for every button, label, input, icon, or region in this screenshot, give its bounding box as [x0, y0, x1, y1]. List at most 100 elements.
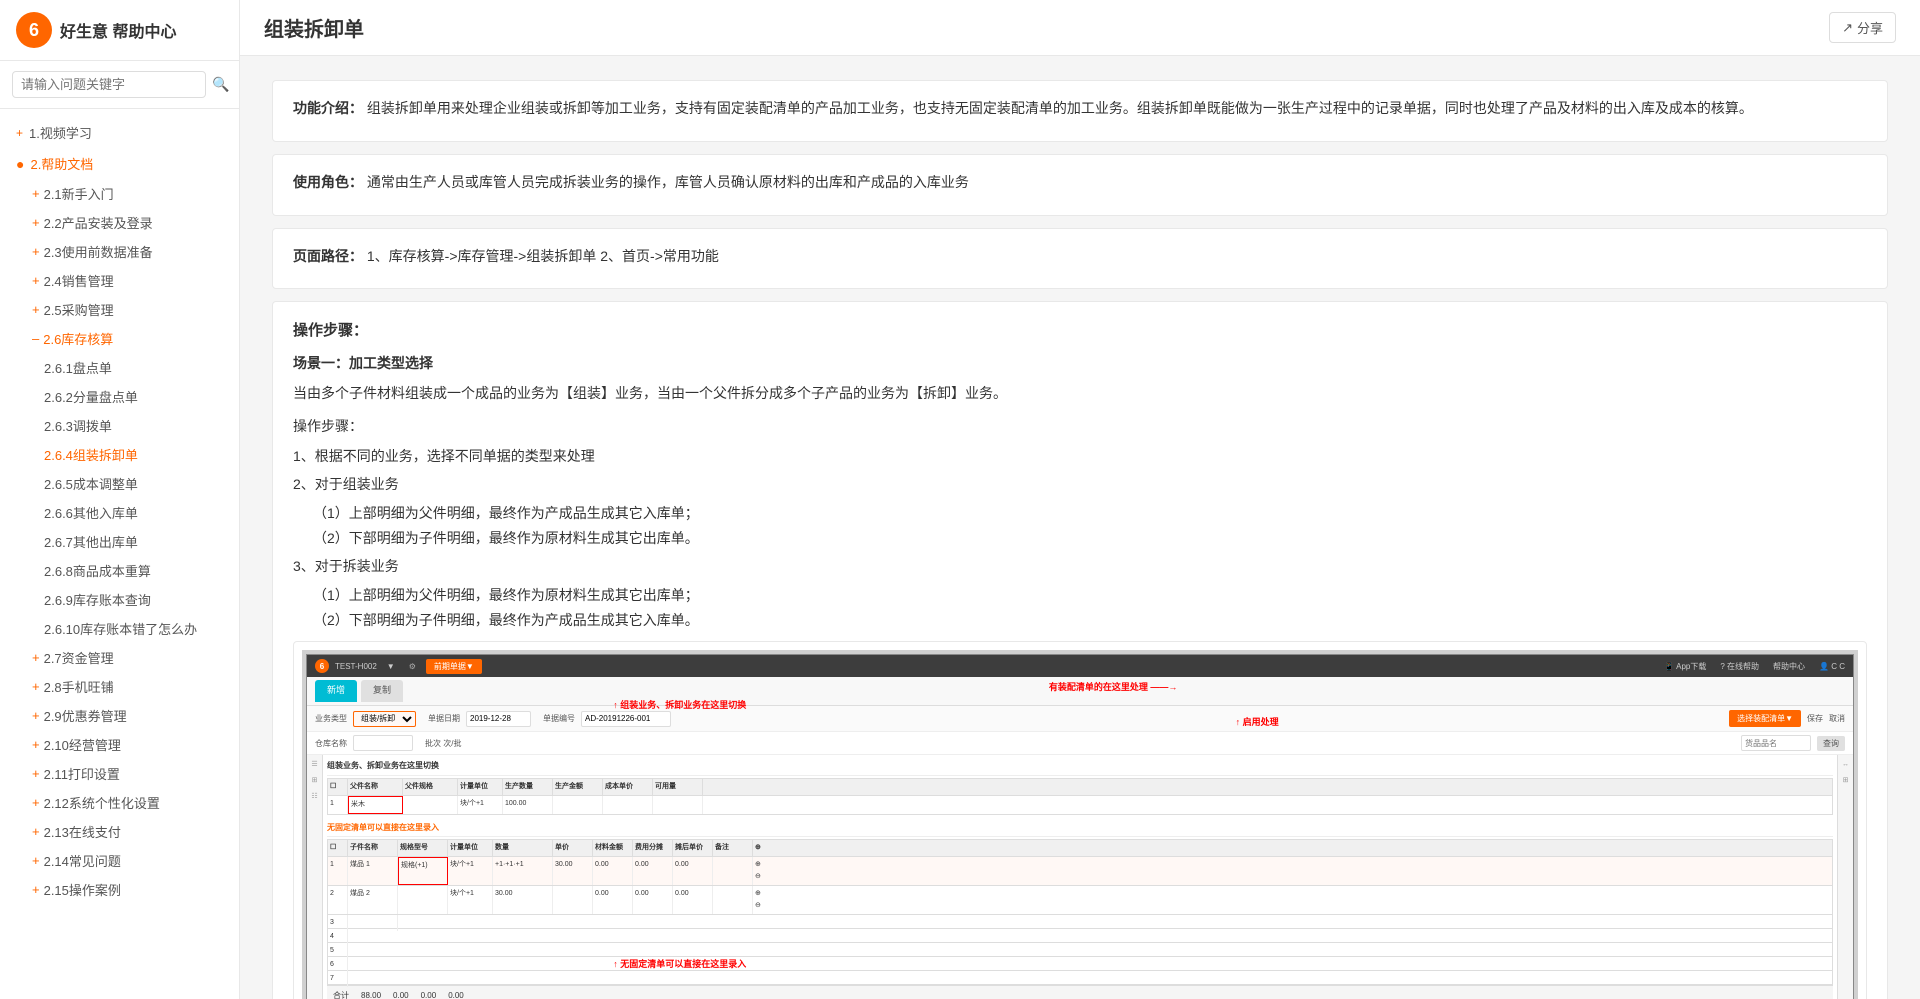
date-input[interactable] — [466, 711, 531, 727]
sidebar-item-2[interactable]: ● 2.帮助文档 — [0, 148, 239, 179]
save-btn[interactable]: 保存 — [1807, 712, 1823, 726]
sidebar-item-2-6-2[interactable]: 2.6.2分量盘点单 — [0, 382, 239, 411]
expand-icon-2-15: + — [32, 882, 40, 897]
expand-icon-2-1: + — [32, 186, 40, 201]
app-logo: 6 — [16, 12, 52, 48]
sidebar-item-2-6-4[interactable]: 2.6.4组装拆卸单 — [0, 440, 239, 469]
lr2-name: 煤品 2 — [348, 886, 398, 914]
role-section: 使用角色： 通常由生产人员或库管人员完成拆装业务的操作，库管人员确认原材料的出库… — [272, 154, 1888, 216]
lr1-after: 0.00 — [673, 857, 713, 885]
online-help: ? 在线帮助 — [1720, 660, 1759, 674]
left-icon-2: ⊞ — [312, 775, 318, 787]
total-val3: 0.00 — [421, 989, 437, 999]
lr2-note — [713, 886, 753, 914]
page-title: 组装拆卸单 — [264, 13, 364, 42]
expand-icon-2-14: + — [32, 853, 40, 868]
help-center: 帮助中心 — [1773, 660, 1805, 674]
sidebar-item-1[interactable]: + 1.视频学习 — [0, 117, 239, 148]
sidebar-item-2-6-6[interactable]: 2.6.6其他入库单 — [0, 498, 239, 527]
lth-after-price: 摊后单价 — [673, 840, 713, 856]
cancel-btn[interactable]: 取消 — [1829, 712, 1845, 726]
biz-type-label: 业务类型 — [315, 712, 347, 726]
step-3-sub1: （1）上部明细为父件明细，最终作为原材料生成其它出库单； — [313, 583, 1867, 608]
sidebar-item-2-7[interactable]: + 2.7资金管理 — [0, 643, 239, 672]
sidebar-item-2-12[interactable]: + 2.12系统个性化设置 — [0, 788, 239, 817]
date-label: 单据日期 — [428, 712, 460, 726]
step-2: 2、对于组装业务 — [293, 473, 1867, 497]
scenario1-heading: 场景一：加工类型选择 — [293, 352, 1867, 376]
doc-num-input[interactable] — [581, 711, 671, 727]
lr1-share: 0.00 — [633, 857, 673, 885]
sidebar-item-2-6-3[interactable]: 2.6.3调拨单 — [0, 411, 239, 440]
sidebar-item-2-6-8[interactable]: 2.6.8商品成本重算 — [0, 556, 239, 585]
operations-section: 操作步骤： 场景一：加工类型选择 当由多个子件材料组装成一个成品的业务为【组装】… — [272, 301, 1888, 999]
prior-bill-btn[interactable]: 前期单据▼ — [426, 659, 482, 675]
sidebar-item-2-6[interactable]: – 2.6库存核算 — [0, 324, 239, 353]
search-icon[interactable]: 🔍 — [212, 76, 229, 93]
lr1-name: 煤品 1 — [348, 857, 398, 885]
lower-row-1: 1 煤品 1 规格(+1) 块/个+1 +1·+1·+1 30.00 0.00 … — [327, 857, 1833, 886]
app-download: 📱 App下载 — [1664, 660, 1706, 674]
uth-avail: 可用量 — [653, 779, 703, 795]
sidebar-item-2-6-9[interactable]: 2.6.9库存账本查询 — [0, 585, 239, 614]
sidebar-item-2-1[interactable]: + 2.1新手入门 — [0, 179, 239, 208]
role-text: 使用角色： 通常由生产人员或库管人员完成拆装业务的操作，库管人员确认原材料的出库… — [293, 171, 1867, 195]
share-icon: ↗ — [1842, 20, 1853, 36]
utr1-avail — [653, 796, 703, 814]
lower-row-6: 6 — [327, 957, 1833, 971]
sidebar-item-2-6-10[interactable]: 2.6.10库存账本错了怎么办 — [0, 614, 239, 643]
uth-check: ☐ — [328, 779, 348, 795]
upper-table: ☐ 父件名称 父件规格 计量单位 生产数量 生产金额 成本单价 可用量 — [327, 778, 1833, 815]
sidebar-item-2-11[interactable]: + 2.11打印设置 — [0, 759, 239, 788]
tab-new[interactable]: 新增 — [315, 680, 357, 701]
screenshot-wrapper: 6 TEST-H002 ▼ ⚙ 前期单据▼ 📱 App下载 ? 在线帮助 帮助中… — [302, 650, 1858, 999]
sidebar-item-2-6-5[interactable]: 2.6.5成本调整单 — [0, 469, 239, 498]
select-bom-btn[interactable]: 选择装配清单▼ — [1729, 710, 1801, 728]
tab-copy[interactable]: 复制 — [361, 680, 403, 701]
main-header: 组装拆卸单 ↗ 分享 — [240, 0, 1920, 56]
expand-icon-2-4: + — [32, 273, 40, 288]
sidebar-item-2-3[interactable]: + 2.3使用前数据准备 — [0, 237, 239, 266]
lth-check: ☐ — [328, 840, 348, 856]
utr1-unit: 块/个+1 — [458, 796, 503, 814]
lower-row-3: 3 — [327, 915, 1833, 929]
scenario1-desc: 当由多个子件材料组装成一个成品的业务为【组装】业务，当由一个父件拆分成多个子产品… — [293, 382, 1867, 406]
sidebar-item-2-10[interactable]: + 2.10经营管理 — [0, 730, 239, 759]
titlebar: 6 TEST-H002 ▼ ⚙ 前期单据▼ 📱 App下载 ? 在线帮助 帮助中… — [307, 655, 1853, 677]
sidebar-item-2-14[interactable]: + 2.14常见问题 — [0, 846, 239, 875]
sidebar-item-2-8[interactable]: + 2.8手机旺铺 — [0, 672, 239, 701]
step-1: 1、根据不同的业务，选择不同单据的类型来处理 — [293, 445, 1867, 469]
filter-input[interactable] — [1741, 735, 1811, 751]
lower-table: ☐ 子件名称 规格型号 计量单位 数量 单价 材料金额 费用分摊 摊后单价 — [327, 839, 1833, 984]
sidebar-item-2-6-1[interactable]: 2.6.1盘点单 — [0, 353, 239, 382]
lr1-ops: ⊕ ⊖ — [753, 857, 769, 885]
lr1-unit: 块/个+1 — [448, 857, 493, 885]
path-section: 页面路径： 1、库存核算->库存管理->组装拆卸单 2、首页->常用功能 — [272, 228, 1888, 290]
lower-row-2: 2 煤品 2 块/个+1 30.00 0.00 0.00 0.00 — [327, 886, 1833, 915]
sidebar-item-2-13[interactable]: + 2.13在线支付 — [0, 817, 239, 846]
lower-section-label: 无固定清单可以直接在这里录入 — [327, 819, 1833, 838]
lth-share: 费用分摊 — [633, 840, 673, 856]
sidebar-item-2-4[interactable]: + 2.4销售管理 — [0, 266, 239, 295]
biz-type-select[interactable]: 组装/拆卸 — [353, 711, 416, 727]
left-icon-bar: ☰ ⊞ ☷ — [307, 755, 323, 999]
utr1-amount — [553, 796, 603, 814]
expand-icon-2-8: + — [32, 679, 40, 694]
sidebar-item-2-2[interactable]: + 2.2产品安装及登录 — [0, 208, 239, 237]
warehouse-input[interactable] — [353, 735, 413, 751]
lr2-share: 0.00 — [633, 886, 673, 914]
share-button[interactable]: ↗ 分享 — [1829, 12, 1896, 43]
sidebar-item-2-9[interactable]: + 2.9优惠券管理 — [0, 701, 239, 730]
search-input[interactable] — [12, 71, 206, 98]
sidebar-item-2-6-7[interactable]: 2.6.7其他出库单 — [0, 527, 239, 556]
collapse-icon-2-6: – — [32, 331, 39, 346]
sidebar-item-2-5[interactable]: + 2.5采购管理 — [0, 295, 239, 324]
uth-qty: 生产数量 — [503, 779, 553, 795]
content-area: 功能介绍： 组装拆卸单用来处理企业组装或拆卸等加工业务，支持有固定装配清单的产品… — [240, 56, 1920, 999]
settings-icon: ⚙ — [409, 660, 416, 674]
step-2-sub2: （2）下部明细为子件明细，最终作为原材料生成其它出库单。 — [313, 526, 1867, 551]
sidebar-item-2-15[interactable]: + 2.15操作案例 — [0, 875, 239, 904]
warehouse-label: 仓库名称 — [315, 737, 347, 751]
nav-tree: + 1.视频学习 ● 2.帮助文档 + 2.1新手入门 + 2.2产品安装及登录… — [0, 109, 239, 999]
filter-btn[interactable]: 查询 — [1817, 736, 1845, 752]
